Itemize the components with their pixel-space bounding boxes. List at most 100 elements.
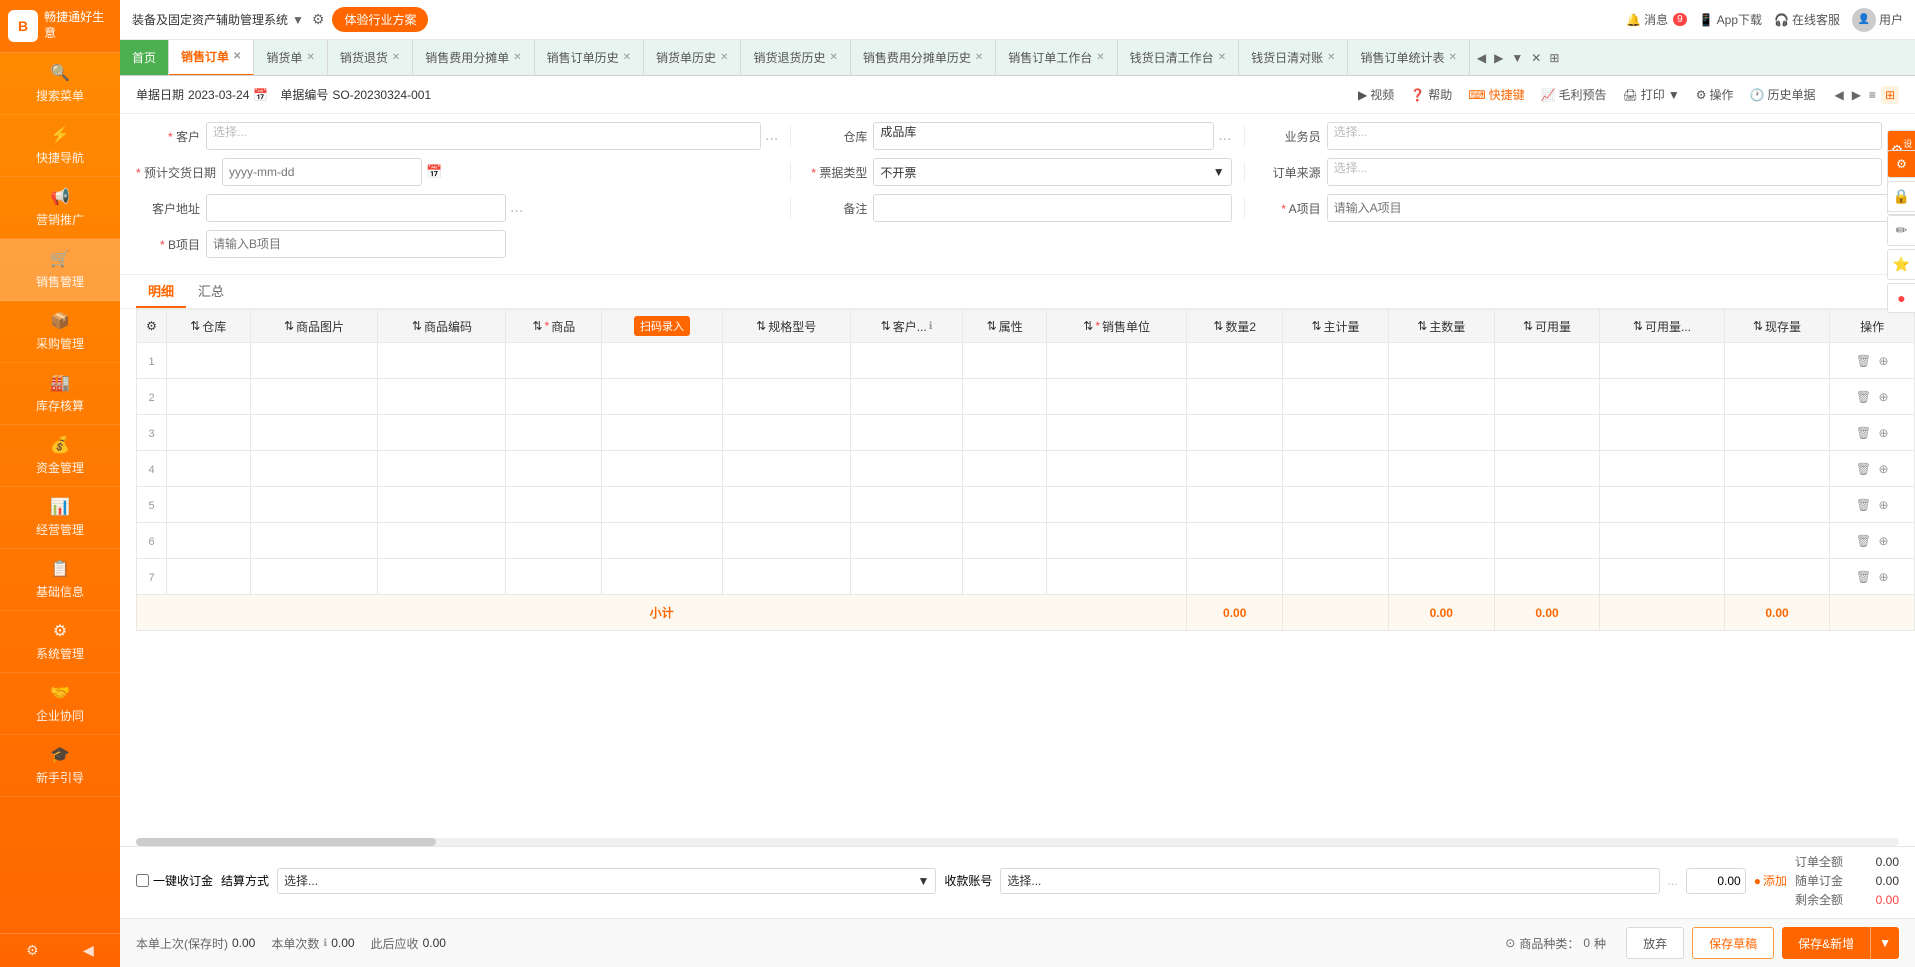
cell-warehouse-4[interactable] [167, 451, 251, 487]
notes-input[interactable] [873, 194, 1231, 222]
tab-sales-return-history[interactable]: 销货退货历史✕ [741, 40, 850, 76]
cell-current-stock-7[interactable] [1724, 559, 1830, 595]
profit-btn[interactable]: 📈 毛利预告 [1537, 84, 1611, 105]
cell-attribute-4[interactable] [963, 451, 1047, 487]
cell-scan-7[interactable] [602, 559, 722, 595]
tab-sales-order-history[interactable]: 销售订单历史✕ [535, 40, 644, 76]
row-delete-btn-5[interactable]: 🗑 [1854, 496, 1873, 514]
help-btn[interactable]: ❓ 帮助 [1406, 84, 1456, 105]
tab-sales-expense[interactable]: 销售费用分摊单✕ [413, 40, 534, 76]
cell-main-unit-1[interactable] [1283, 343, 1389, 379]
cell-qty2-4[interactable] [1187, 451, 1283, 487]
sidebar-item-operations[interactable]: 📊经营管理 [0, 487, 120, 549]
preview-btn[interactable]: ▶ 视频 [1354, 84, 1398, 105]
cur-sum-info-icon[interactable]: ℹ [323, 938, 327, 949]
cell-spec-7[interactable] [722, 559, 850, 595]
right-panel-btn-2[interactable]: 🔒 [1887, 181, 1915, 212]
invoice-type-select[interactable]: 不开票 ▼ [873, 158, 1231, 186]
tab-sales-return[interactable]: 销货退货✕ [328, 40, 413, 76]
b-project-input[interactable] [206, 230, 506, 258]
cell-product-name-5[interactable] [506, 487, 602, 523]
sidebar-collapse-icon[interactable]: ◀ [83, 942, 94, 959]
cell-scan-4[interactable] [602, 451, 722, 487]
th-available-sort-icon[interactable]: ⇅ [1523, 319, 1533, 333]
tab-cash-daily-workbench[interactable]: 钱货日清工作台✕ [1118, 40, 1239, 76]
cell-available-7[interactable] [1494, 559, 1600, 595]
cell-spec-4[interactable] [722, 451, 850, 487]
cell-product-code-7[interactable] [378, 559, 506, 595]
tab-close-sales-stats[interactable]: ✕ [1449, 52, 1457, 63]
cell-product-code-4[interactable] [378, 451, 506, 487]
tab-sales-workbench[interactable]: 销售订单工作台✕ [996, 40, 1117, 76]
receipt-account-dots[interactable]: ... [1668, 874, 1678, 888]
cell-product-code-1[interactable] [378, 343, 506, 379]
cell-attribute-3[interactable] [963, 415, 1047, 451]
form-header-prev[interactable]: ◀ [1831, 86, 1846, 104]
cell-product-image-3[interactable] [250, 415, 378, 451]
customer-address-dots[interactable]: ... [510, 199, 523, 217]
tab-close-sales-return[interactable]: ✕ [392, 52, 400, 63]
add-receipt-btn[interactable]: ● 添加 [1754, 872, 1787, 889]
warehouse-dots[interactable]: ... [1218, 127, 1231, 145]
cell-product-name-2[interactable] [506, 379, 602, 415]
sidebar-item-base-info[interactable]: 📋基础信息 [0, 549, 120, 611]
detail-tab-汇总[interactable]: 汇总 [186, 275, 236, 308]
cell-main-unit-5[interactable] [1283, 487, 1389, 523]
cell-available2-7[interactable] [1600, 559, 1724, 595]
cell-product-image-4[interactable] [250, 451, 378, 487]
cell-attribute-5[interactable] [963, 487, 1047, 523]
cell-current-stock-6[interactable] [1724, 523, 1830, 559]
row-delete-btn-6[interactable]: 🗑 [1854, 532, 1873, 550]
cell-spec-3[interactable] [722, 415, 850, 451]
tab-close-cash-daily-workbench[interactable]: ✕ [1218, 52, 1226, 63]
cell-current-stock-1[interactable] [1724, 343, 1830, 379]
sidebar-item-inventory[interactable]: 🏭库存核算 [0, 363, 120, 425]
th-product-image-sort-icon[interactable]: ⇅ [284, 319, 294, 333]
tab-close-sales-expense-history[interactable]: ✕ [975, 52, 983, 63]
scan-btn[interactable]: 扫码录入 [634, 316, 690, 336]
tab-close-sales-order[interactable]: ✕ [233, 51, 241, 62]
cell-product-name-1[interactable] [506, 343, 602, 379]
operations-btn[interactable]: ⚙ 操作 [1692, 84, 1738, 105]
tab-close-sales-bill-history[interactable]: ✕ [720, 52, 728, 63]
cell-main-unit-3[interactable] [1283, 415, 1389, 451]
cell-customer-code-5[interactable] [850, 487, 963, 523]
sidebar-settings-icon[interactable]: ⚙ [26, 942, 39, 959]
cell-available2-6[interactable] [1600, 523, 1724, 559]
cell-available-2[interactable] [1494, 379, 1600, 415]
cell-product-image-6[interactable] [250, 523, 378, 559]
sidebar-item-marketing[interactable]: 📢营销推广 [0, 177, 120, 239]
cell-scan-2[interactable] [602, 379, 722, 415]
cell-warehouse-5[interactable] [167, 487, 251, 523]
row-copy-btn-6[interactable]: ⊕ [1876, 532, 1890, 550]
th-product-code-sort-icon[interactable]: ⇅ [412, 319, 422, 333]
cell-available-1[interactable] [1494, 343, 1600, 379]
tab-close-sales-order-history[interactable]: ✕ [623, 52, 631, 63]
th-available2-sort-icon[interactable]: ⇅ [1633, 319, 1643, 333]
row-delete-btn-4[interactable]: 🗑 [1854, 460, 1873, 478]
row-copy-btn-3[interactable]: ⊕ [1876, 424, 1890, 442]
cell-customer-code-1[interactable] [850, 343, 963, 379]
customer-input[interactable]: 选择... [206, 122, 761, 150]
cell-spec-5[interactable] [722, 487, 850, 523]
th-warehouse-sort-icon[interactable]: ⇅ [190, 319, 200, 333]
settlement-select[interactable]: 选择... ▼ [277, 868, 936, 894]
th-qty2-sort-icon[interactable]: ⇅ [1213, 319, 1223, 333]
tab-home[interactable]: 首页 [120, 40, 169, 76]
cell-product-code-5[interactable] [378, 487, 506, 523]
order-source-input[interactable]: 选择... [1327, 158, 1882, 186]
tab-close-sales-expense[interactable]: ✕ [513, 52, 521, 63]
print-dropdown-icon[interactable]: ▼ [1668, 88, 1680, 102]
a-project-input[interactable] [1327, 194, 1899, 222]
history-btn[interactable]: 🕐 历史单据 [1745, 84, 1819, 105]
one-click-checkbox-label[interactable]: 一键收订金 [136, 872, 213, 889]
cell-attribute-6[interactable] [963, 523, 1047, 559]
cell-main-qty-3[interactable] [1388, 415, 1494, 451]
cell-current-stock-4[interactable] [1724, 451, 1830, 487]
horizontal-scrollbar[interactable] [136, 838, 1899, 846]
cell-spec-6[interactable] [722, 523, 850, 559]
row-copy-btn-1[interactable]: ⊕ [1876, 352, 1890, 370]
app-download-item[interactable]: 📱 App下载 [1699, 11, 1762, 28]
cell-scan-3[interactable] [602, 415, 722, 451]
cell-main-qty-5[interactable] [1388, 487, 1494, 523]
